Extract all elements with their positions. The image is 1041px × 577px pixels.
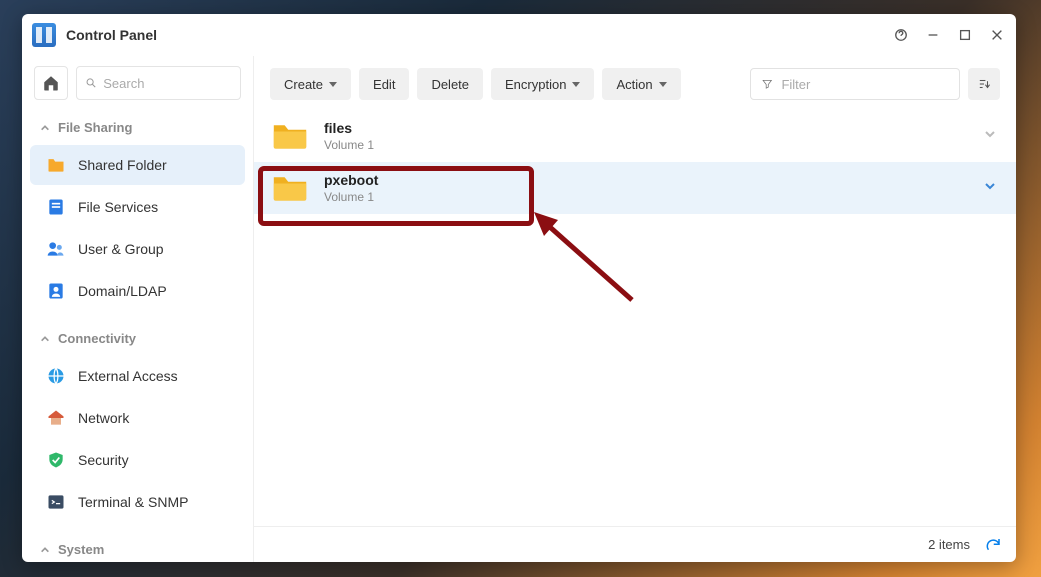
- refresh-icon: [984, 536, 1002, 554]
- expand-chevron[interactable]: [984, 179, 996, 197]
- folder-icon: [46, 155, 66, 175]
- help-button[interactable]: [894, 28, 908, 42]
- sidebar-item-label: User & Group: [78, 241, 164, 257]
- item-count: 2 items: [928, 537, 970, 552]
- delete-button[interactable]: Delete: [417, 68, 483, 100]
- chevron-down-icon: [984, 128, 996, 140]
- folder-location: Volume 1: [324, 190, 968, 204]
- content-area: Create Edit Delete Encryption Action: [254, 56, 1016, 562]
- filter-input[interactable]: [781, 77, 949, 92]
- sidebar-search[interactable]: [76, 66, 241, 100]
- section-label: Connectivity: [58, 331, 136, 346]
- sidebar-item-label: Domain/LDAP: [78, 283, 167, 299]
- sidebar-item-label: File Services: [78, 199, 158, 215]
- chevron-down-icon: [984, 180, 996, 192]
- sidebar-item-network[interactable]: Network: [30, 398, 245, 438]
- action-button[interactable]: Action: [602, 68, 680, 100]
- search-input[interactable]: [103, 76, 232, 91]
- section-system[interactable]: System: [22, 532, 253, 562]
- folder-row[interactable]: files Volume 1: [254, 110, 1016, 162]
- folder-name: pxeboot: [324, 172, 968, 188]
- terminal-icon: [46, 492, 66, 512]
- external-access-icon: [46, 366, 66, 386]
- app-icon: [32, 23, 56, 47]
- file-services-icon: [46, 197, 66, 217]
- section-label: System: [58, 542, 104, 557]
- section-connectivity[interactable]: Connectivity: [22, 321, 253, 354]
- sidebar-item-label: Security: [78, 452, 129, 468]
- sidebar-item-label: Terminal & SNMP: [78, 494, 188, 510]
- chevron-up-icon: [40, 545, 50, 555]
- user-group-icon: [46, 239, 66, 259]
- refresh-button[interactable]: [984, 536, 1002, 554]
- folder-name: files: [324, 120, 968, 136]
- sidebar-item-label: Shared Folder: [78, 157, 167, 173]
- folder-icon: [272, 121, 308, 151]
- window-title: Control Panel: [66, 27, 894, 43]
- search-icon: [85, 76, 97, 90]
- folder-list: files Volume 1 pxeboot Volume 1: [254, 110, 1016, 526]
- section-label: File Sharing: [58, 120, 132, 135]
- sidebar-item-external-access[interactable]: External Access: [30, 356, 245, 396]
- folder-icon: [272, 173, 308, 203]
- filter-box[interactable]: [750, 68, 960, 100]
- sidebar-item-label: External Access: [78, 368, 178, 384]
- maximize-button[interactable]: [958, 28, 972, 42]
- expand-chevron[interactable]: [984, 127, 996, 145]
- sidebar-item-security[interactable]: Security: [30, 440, 245, 480]
- control-panel-window: Control Panel: [22, 14, 1016, 562]
- section-file-sharing[interactable]: File Sharing: [22, 110, 253, 143]
- annotation-arrow: [532, 210, 652, 310]
- network-icon: [46, 408, 66, 428]
- titlebar: Control Panel: [22, 14, 1016, 56]
- sidebar-item-user-group[interactable]: User & Group: [30, 229, 245, 269]
- edit-button[interactable]: Edit: [359, 68, 409, 100]
- sort-button[interactable]: [968, 68, 1000, 100]
- sidebar-item-terminal-snmp[interactable]: Terminal & SNMP: [30, 482, 245, 522]
- close-button[interactable]: [990, 28, 1004, 42]
- sidebar: File Sharing Shared Folder File Services…: [22, 56, 254, 562]
- caret-down-icon: [329, 80, 337, 88]
- minimize-button[interactable]: [926, 28, 940, 42]
- folder-location: Volume 1: [324, 138, 968, 152]
- shield-icon: [46, 450, 66, 470]
- encryption-button[interactable]: Encryption: [491, 68, 594, 100]
- funnel-icon: [761, 77, 773, 91]
- chevron-up-icon: [40, 334, 50, 344]
- create-button[interactable]: Create: [270, 68, 351, 100]
- chevron-up-icon: [40, 123, 50, 133]
- caret-down-icon: [659, 80, 667, 88]
- caret-down-icon: [572, 80, 580, 88]
- sidebar-item-label: Network: [78, 410, 129, 426]
- toolbar: Create Edit Delete Encryption Action: [254, 56, 1016, 110]
- sidebar-item-domain-ldap[interactable]: Domain/LDAP: [30, 271, 245, 311]
- folder-row[interactable]: pxeboot Volume 1: [254, 162, 1016, 214]
- home-button[interactable]: [34, 66, 68, 100]
- statusbar: 2 items: [254, 526, 1016, 562]
- sidebar-item-file-services[interactable]: File Services: [30, 187, 245, 227]
- domain-ldap-icon: [46, 281, 66, 301]
- sidebar-item-shared-folder[interactable]: Shared Folder: [30, 145, 245, 185]
